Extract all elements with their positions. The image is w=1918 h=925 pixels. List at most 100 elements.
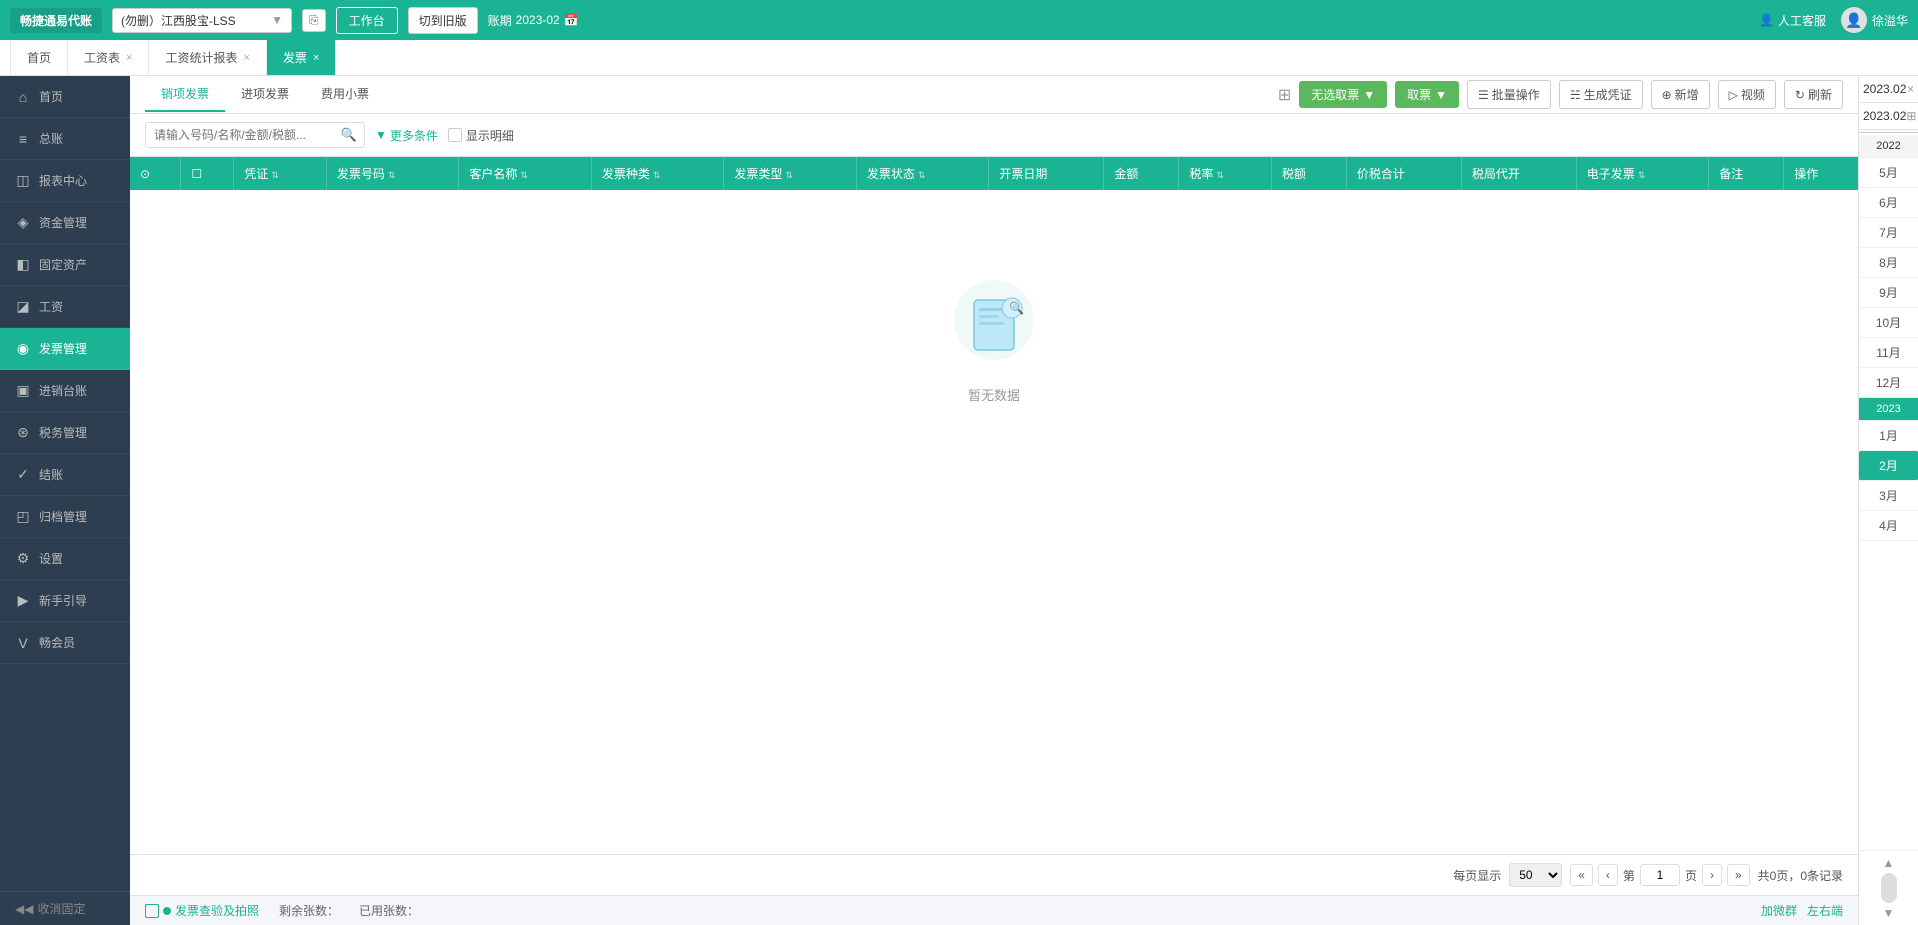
grid-layout-icon[interactable]: ⊞: [1278, 85, 1291, 105]
sidebar-item-close[interactable]: ✓ 结账: [0, 454, 130, 496]
close-account-icon: ✓: [15, 466, 31, 483]
no-select-dropdown-arrow: ▼: [1363, 88, 1375, 102]
date-panel-expand-icon[interactable]: ⊞: [1906, 109, 1916, 123]
total-records: 共0页，0条记录: [1758, 867, 1843, 884]
sidebar-item-capital[interactable]: ◈ 资金管理: [0, 202, 130, 244]
sub-tab-purchase-invoice[interactable]: 进项发票: [225, 77, 305, 112]
sidebar-item-archive[interactable]: ◰ 归档管理: [0, 496, 130, 538]
col-invoice-no[interactable]: 发票号码⇅: [326, 157, 459, 190]
col-voucher[interactable]: 凭证⇅: [234, 157, 327, 190]
ai-service-label: 人工客服: [1778, 12, 1826, 29]
col-invoice-type[interactable]: 发票类型⇅: [724, 157, 857, 190]
sidebar-item-invoice[interactable]: ◉ 发票管理: [0, 328, 130, 370]
month-2022-10[interactable]: 10月: [1859, 308, 1918, 338]
tab-salary-close[interactable]: ×: [126, 52, 132, 64]
empty-text: 暂无数据: [968, 385, 1020, 404]
col-date: 开票日期: [989, 157, 1104, 190]
company-selector[interactable]: (勿删）江西股宝-LSS ▼: [112, 8, 292, 33]
validate-checkbox[interactable]: [145, 904, 159, 918]
no-select-btn[interactable]: 无选取票 ▼: [1299, 81, 1387, 108]
sidebar-collapse-btn[interactable]: ◀◀ 收消固定: [0, 891, 130, 925]
user-area[interactable]: 👤 徐溢华: [1841, 7, 1908, 33]
tab-salary[interactable]: 工资表 ×: [68, 40, 149, 75]
per-page-select[interactable]: 50 100 200: [1509, 863, 1562, 887]
col-checkbox[interactable]: ☐: [181, 157, 234, 190]
capital-icon: ◈: [15, 214, 31, 231]
get-ticket-btn[interactable]: 取票 ▼: [1395, 81, 1459, 108]
col-setting[interactable]: ⊙: [130, 157, 181, 190]
last-page-btn[interactable]: »: [1727, 864, 1750, 886]
month-2022-12[interactable]: 12月: [1859, 368, 1918, 398]
month-2022-6[interactable]: 6月: [1859, 188, 1918, 218]
col-invoice-status[interactable]: 发票状态⇅: [856, 157, 989, 190]
show-detail-toggle[interactable]: 显示明细: [448, 127, 514, 144]
month-2023-1[interactable]: 1月: [1859, 421, 1918, 451]
batch-ops-btn[interactable]: ☰ 批量操作: [1467, 80, 1551, 109]
tab-salary-stat-close[interactable]: ×: [243, 52, 249, 64]
col-tax-rate[interactable]: 税率⇅: [1179, 157, 1272, 190]
month-2022-5[interactable]: 5月: [1859, 158, 1918, 188]
col-electronic[interactable]: 电子发票⇅: [1576, 157, 1709, 190]
month-2022-11[interactable]: 11月: [1859, 338, 1918, 368]
refresh-btn[interactable]: ↻ 刷新: [1784, 80, 1843, 109]
month-2023-4[interactable]: 4月: [1859, 511, 1918, 541]
month-2022-9[interactable]: 9月: [1859, 278, 1918, 308]
sidebar-item-member[interactable]: V 畅会员: [0, 622, 130, 664]
copy-btn[interactable]: ⎘: [302, 9, 326, 32]
gen-voucher-btn[interactable]: ☵ 生成凭证: [1559, 80, 1643, 109]
show-detail-checkbox[interactable]: [448, 128, 462, 142]
scroll-up-icon[interactable]: ▲: [1883, 856, 1895, 870]
tab-salary-stat-label: 工资统计报表: [165, 49, 237, 66]
sidebar-item-salary[interactable]: ◪ 工资: [0, 286, 130, 328]
new-btn[interactable]: ⊕ 新增: [1651, 80, 1710, 109]
tab-invoice-label: 发票: [283, 49, 307, 66]
month-2022-7[interactable]: 7月: [1859, 218, 1918, 248]
tab-salary-stat[interactable]: 工资统计报表 ×: [149, 40, 266, 75]
sidebar-item-tax[interactable]: ⊛ 税务管理: [0, 412, 130, 454]
sidebar-item-purchase[interactable]: ▣ 进销台账: [0, 370, 130, 412]
sidebar-item-assets[interactable]: ◧ 固定资产: [0, 244, 130, 286]
archive-icon: ◰: [15, 508, 31, 525]
work-platform-btn[interactable]: 工作台: [336, 7, 398, 34]
first-page-btn[interactable]: «: [1570, 864, 1593, 886]
pagination: « ‹ 第 页 › »: [1570, 864, 1749, 886]
col-tax-amount: 税额: [1271, 157, 1346, 190]
tab-invoice-close[interactable]: ×: [313, 52, 319, 64]
month-2022-8[interactable]: 8月: [1859, 248, 1918, 278]
sub-tab-expense-receipt[interactable]: 费用小票: [305, 77, 385, 112]
next-page-btn[interactable]: ›: [1702, 864, 1722, 886]
join-group-link[interactable]: 加微群: [1761, 902, 1797, 919]
new-icon: ⊕: [1662, 88, 1672, 102]
sidebar-item-ledger[interactable]: ≡ 总账: [0, 118, 130, 160]
help-link[interactable]: 左右端: [1807, 902, 1843, 919]
sidebar-item-archive-label: 归档管理: [39, 508, 87, 525]
search-input[interactable]: [145, 122, 365, 148]
sub-tab-sales-invoice[interactable]: 销项发票: [145, 77, 225, 112]
member-icon: V: [15, 635, 31, 651]
date-panel-header: 2023.02 ×: [1859, 76, 1918, 103]
col-invoice-cat[interactable]: 发票种类⇅: [591, 157, 724, 190]
date-panel-close-btn[interactable]: ×: [1907, 82, 1914, 96]
month-2023-3[interactable]: 3月: [1859, 481, 1918, 511]
sidebar-item-report[interactable]: ◫ 报表中心: [0, 160, 130, 202]
app-logo: 畅捷通易代账: [10, 8, 102, 33]
col-customer[interactable]: 客户名称⇅: [459, 157, 592, 190]
date-header-val2: 2023.02: [1863, 109, 1906, 123]
refresh-icon: ↻: [1795, 88, 1805, 102]
month-2023-2[interactable]: 2月: [1859, 451, 1918, 481]
prev-page-btn[interactable]: ‹: [1598, 864, 1618, 886]
page-input[interactable]: [1640, 864, 1680, 886]
tab-invoice[interactable]: 发票 ×: [267, 40, 336, 75]
tab-home[interactable]: 首页: [10, 40, 68, 75]
sidebar-item-settings[interactable]: ⚙ 设置: [0, 538, 130, 580]
scroll-down-icon[interactable]: ▼: [1883, 906, 1895, 920]
company-name: (勿删）江西股宝-LSS: [121, 12, 236, 29]
sidebar-item-home[interactable]: ⌂ 首页: [0, 76, 130, 118]
tab-salary-label: 工资表: [84, 49, 120, 66]
switch-old-ver-btn[interactable]: 切到旧版: [408, 7, 478, 34]
ai-service-btn[interactable]: 👤 人工客服: [1759, 12, 1826, 29]
more-conditions-btn[interactable]: ▼ 更多条件: [375, 127, 438, 144]
sidebar-item-guide[interactable]: ▶ 新手引导: [0, 580, 130, 622]
video-btn[interactable]: ▷ 视频: [1718, 80, 1776, 109]
period-calendar-icon[interactable]: 📅: [564, 13, 579, 27]
